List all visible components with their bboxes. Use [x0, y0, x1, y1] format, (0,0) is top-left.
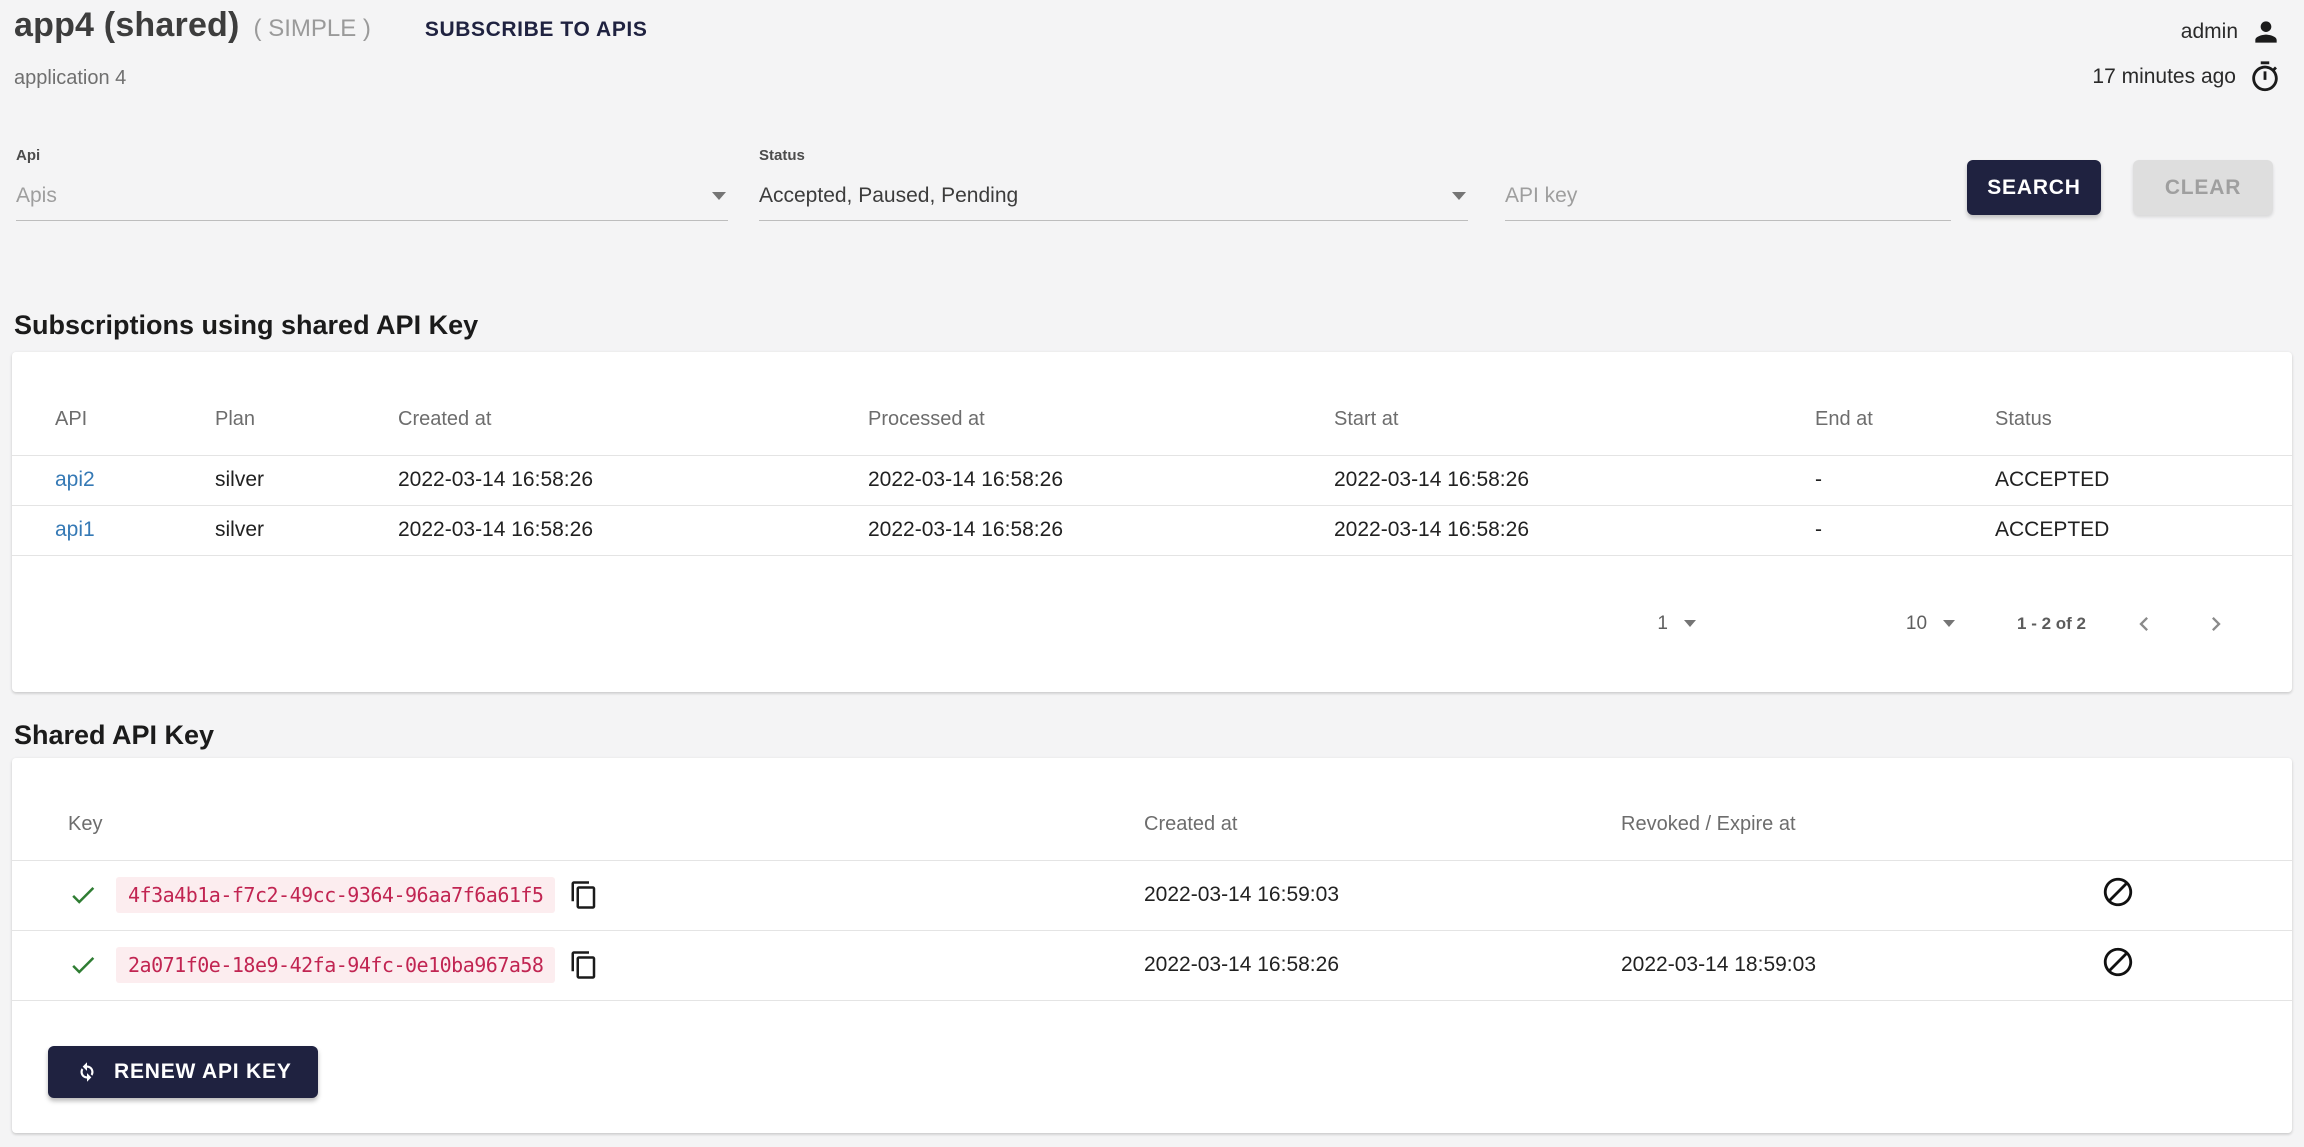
application-page: app4 (shared) ( SIMPLE ) SUBSCRIBE TO AP… — [0, 0, 2304, 1147]
column-header-api: API — [12, 352, 215, 455]
plan-cell: silver — [215, 455, 398, 505]
column-header-actions — [2081, 758, 2292, 860]
column-header-start-at: Start at — [1334, 352, 1815, 455]
processed-at-cell: 2022-03-14 16:58:26 — [868, 505, 1334, 555]
status-filter-field: Status Accepted, Paused, Pending — [759, 147, 1468, 221]
column-header-revoked-expire-at: Revoked / Expire at — [1621, 758, 2081, 860]
previous-page-button[interactable] — [2130, 610, 2158, 638]
key-revoked-at-cell: 2022-03-14 18:59:03 — [1621, 930, 2081, 1000]
page-select-value: 1 — [1657, 613, 1668, 635]
shared-key-card: Key Created at Revoked / Expire at 4f3a4… — [12, 758, 2292, 1133]
subscriptions-header-row: API Plan Created at Processed at Start a… — [12, 352, 2292, 455]
api-key-value: 2a071f0e-18e9-42fa-94fc-0e10ba967a58 — [116, 947, 555, 983]
plan-cell: silver — [215, 505, 398, 555]
app-description: application 4 — [14, 67, 647, 90]
search-button[interactable]: SEARCH — [1967, 160, 2101, 215]
column-header-key: Key — [12, 758, 1144, 860]
app-type-badge: ( SIMPLE ) — [254, 15, 371, 43]
paginator: 1 10 1 - 2 of 2 — [12, 556, 2292, 692]
column-header-end-at: End at — [1815, 352, 1995, 455]
api-key-value: 4f3a4b1a-f7c2-49cc-9364-96aa7f6a61f5 — [116, 877, 555, 913]
clear-button[interactable]: CLEAR — [2133, 160, 2273, 215]
end-at-cell: - — [1815, 455, 1995, 505]
user-name: admin — [2181, 20, 2238, 44]
user-icon — [2250, 16, 2282, 48]
copy-icon — [569, 880, 599, 910]
subscribe-to-apis-link[interactable]: SUBSCRIBE TO APIS — [425, 18, 648, 42]
chevron-right-icon — [2202, 610, 2230, 638]
chevron-down-icon — [1452, 192, 1466, 200]
block-icon — [2101, 945, 2135, 979]
page-title: app4 (shared) — [14, 6, 240, 45]
start-at-cell: 2022-03-14 16:58:26 — [1334, 505, 1815, 555]
filter-bar: Api Apis Status Accepted, Paused, Pendin… — [16, 147, 2292, 221]
column-header-processed-at: Processed at — [868, 352, 1334, 455]
api-filter-select[interactable]: Apis — [16, 164, 728, 221]
api-link[interactable]: api1 — [55, 518, 95, 541]
chevron-left-icon — [2130, 610, 2158, 638]
status-cell: ACCEPTED — [1995, 505, 2292, 555]
valid-check-icon — [68, 950, 98, 980]
page-select[interactable]: 1 — [1657, 613, 1696, 635]
key-created-at-cell: 2022-03-14 16:59:03 — [1144, 860, 1621, 930]
renew-button-label: RENEW API KEY — [114, 1060, 292, 1084]
column-header-status: Status — [1995, 352, 2292, 455]
api-filter-value: Apis — [16, 184, 57, 208]
copy-key-button[interactable] — [569, 950, 599, 980]
processed-at-cell: 2022-03-14 16:58:26 — [868, 455, 1334, 505]
header-meta: admin 17 minutes ago — [2092, 16, 2282, 94]
pagination-range-label: 1 - 2 of 2 — [2017, 614, 2086, 634]
rows-per-page-value: 10 — [1906, 613, 1927, 635]
timer-icon — [2248, 60, 2282, 94]
table-row: api1 silver 2022-03-14 16:58:26 2022-03-… — [12, 505, 2292, 555]
subscriptions-section-title: Subscriptions using shared API Key — [14, 310, 478, 341]
api-filter-label: Api — [16, 147, 728, 164]
subscriptions-table: API Plan Created at Processed at Start a… — [12, 352, 2292, 556]
table-row: api2 silver 2022-03-14 16:58:26 2022-03-… — [12, 455, 2292, 505]
status-filter-select[interactable]: Accepted, Paused, Pending — [759, 164, 1468, 221]
subscriptions-card: API Plan Created at Processed at Start a… — [12, 352, 2292, 692]
status-filter-value: Accepted, Paused, Pending — [759, 184, 1018, 208]
created-at-cell: 2022-03-14 16:58:26 — [398, 455, 868, 505]
shared-key-section-title: Shared API Key — [14, 720, 214, 751]
start-at-cell: 2022-03-14 16:58:26 — [1334, 455, 1815, 505]
column-header-created-at: Created at — [1144, 758, 1621, 860]
status-filter-label: Status — [759, 147, 1468, 164]
page-header: app4 (shared) ( SIMPLE ) SUBSCRIBE TO AP… — [14, 6, 647, 90]
table-row: 2a071f0e-18e9-42fa-94fc-0e10ba967a58 202… — [12, 930, 2292, 1000]
api-key-filter-field — [1505, 164, 1951, 221]
revoke-key-button[interactable] — [2101, 875, 2135, 909]
block-icon — [2101, 875, 2135, 909]
rows-per-page-select[interactable]: 10 — [1906, 613, 1955, 635]
renew-icon — [74, 1059, 100, 1085]
shared-key-table: Key Created at Revoked / Expire at 4f3a4… — [12, 758, 2292, 1001]
created-at-cell: 2022-03-14 16:58:26 — [398, 505, 868, 555]
chevron-down-icon — [712, 192, 726, 200]
api-link[interactable]: api2 — [55, 468, 95, 491]
copy-key-button[interactable] — [569, 880, 599, 910]
valid-check-icon — [68, 880, 98, 910]
end-at-cell: - — [1815, 505, 1995, 555]
last-activity-label: 17 minutes ago — [2092, 65, 2236, 89]
api-key-input[interactable] — [1505, 164, 1951, 221]
status-cell: ACCEPTED — [1995, 455, 2292, 505]
copy-icon — [569, 950, 599, 980]
column-header-created-at: Created at — [398, 352, 868, 455]
api-filter-field: Api Apis — [16, 147, 728, 221]
chevron-down-icon — [1684, 620, 1696, 627]
revoke-key-button[interactable] — [2101, 945, 2135, 979]
renew-api-key-button[interactable]: RENEW API KEY — [48, 1046, 318, 1098]
key-created-at-cell: 2022-03-14 16:58:26 — [1144, 930, 1621, 1000]
chevron-down-icon — [1943, 620, 1955, 627]
column-header-plan: Plan — [215, 352, 398, 455]
table-row: 4f3a4b1a-f7c2-49cc-9364-96aa7f6a61f5 202… — [12, 860, 2292, 930]
next-page-button[interactable] — [2202, 610, 2230, 638]
key-revoked-at-cell — [1621, 860, 2081, 930]
shared-key-header-row: Key Created at Revoked / Expire at — [12, 758, 2292, 860]
